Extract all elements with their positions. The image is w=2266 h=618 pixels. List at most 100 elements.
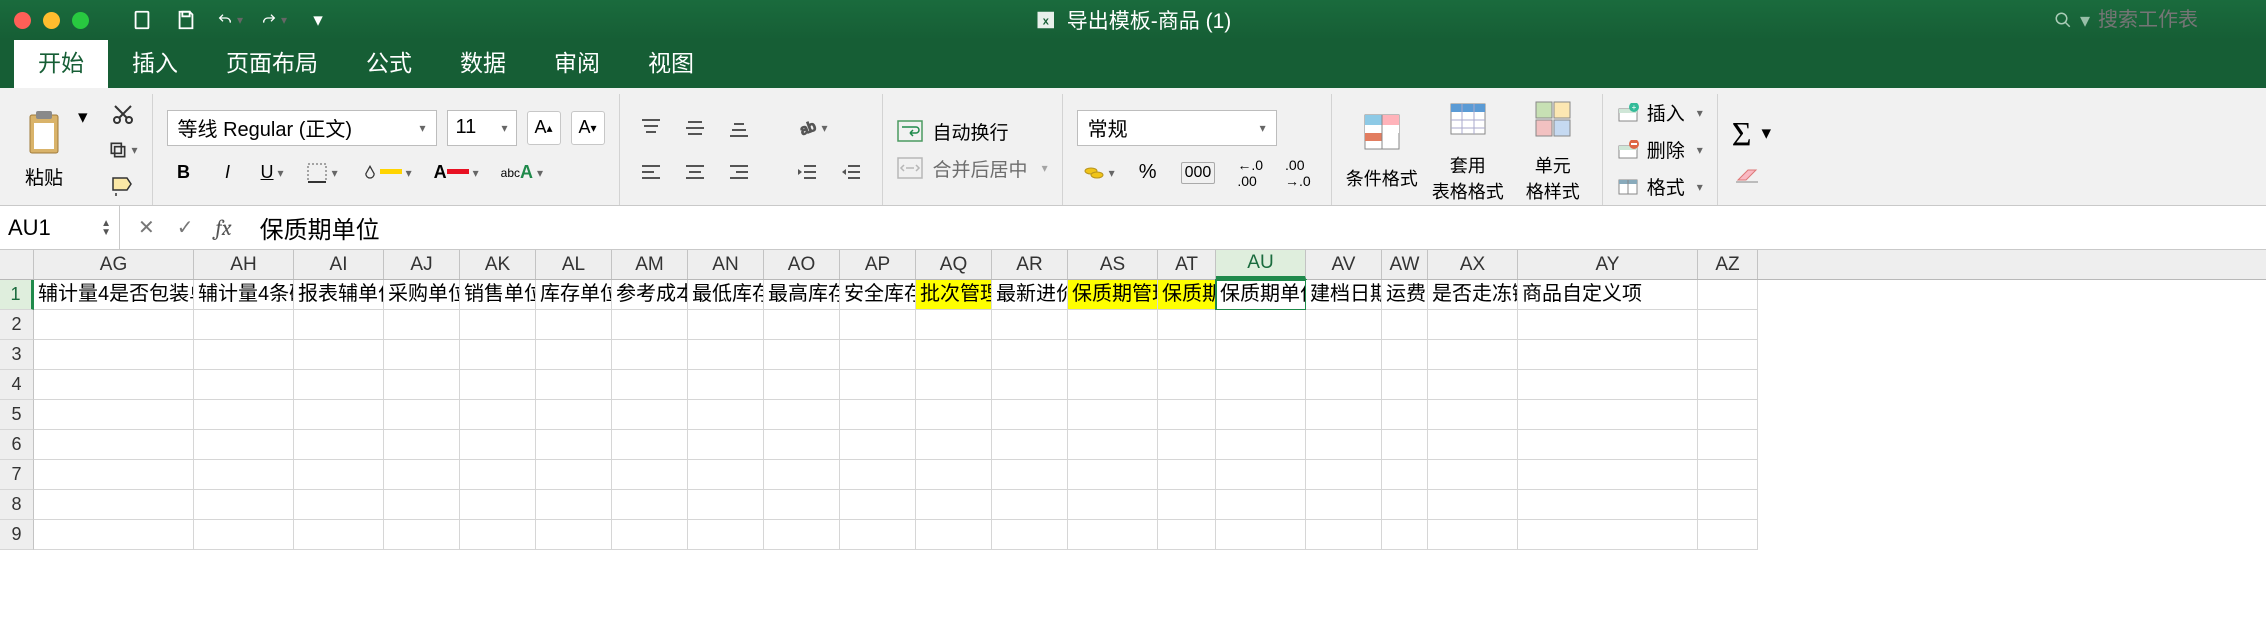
cell-AL8[interactable] [536,490,612,520]
column-header-AU[interactable]: AU [1216,250,1306,279]
cell-styles-button[interactable]: 单元 格样式 [1518,96,1588,204]
cell-AV8[interactable] [1306,490,1382,520]
cut-icon[interactable] [108,102,138,126]
cell-AH6[interactable] [194,430,294,460]
cell-AK6[interactable] [460,430,536,460]
row-header-6[interactable]: 6 [0,430,34,460]
comma-button[interactable]: 000 [1175,156,1222,190]
row-header-8[interactable]: 8 [0,490,34,520]
cell-AR1[interactable]: 最新进价 [992,280,1068,310]
cell-AL9[interactable] [536,520,612,550]
cancel-formula-icon[interactable]: ✕ [138,215,155,240]
delete-cells-button[interactable]: 删除▾ [1617,136,1703,163]
column-header-AX[interactable]: AX [1428,250,1518,279]
cell-AV9[interactable] [1306,520,1382,550]
cell-AV2[interactable] [1306,310,1382,340]
search-box[interactable]: ▾ [2054,8,2248,33]
cell-AX8[interactable] [1428,490,1518,520]
row-header-2[interactable]: 2 [0,310,34,340]
cell-AI6[interactable] [294,430,384,460]
cell-AZ8[interactable] [1698,490,1758,520]
border-button[interactable]: ▾ [300,156,344,190]
cell-AS9[interactable] [1068,520,1158,550]
cell-AI2[interactable] [294,310,384,340]
column-header-AR[interactable]: AR [992,250,1068,279]
cell-AI1[interactable]: 报表辅单位 [294,280,384,310]
cell-AW1[interactable]: 运费 [1382,280,1428,310]
cell-AH7[interactable] [194,460,294,490]
cell-AP6[interactable] [840,430,916,460]
search-input[interactable] [2098,9,2248,32]
cell-AS6[interactable] [1068,430,1158,460]
align-center-button[interactable] [678,155,712,189]
format-painter-icon[interactable] [108,174,138,198]
wrap-text-button[interactable]: 自动换行 [897,118,1048,145]
format-cells-button[interactable]: 格式▾ [1617,173,1703,200]
cell-AZ4[interactable] [1698,370,1758,400]
cell-AM1[interactable]: 参考成本 [612,280,688,310]
formula-input[interactable]: 保质期单位 [250,210,2266,245]
cell-AL1[interactable]: 库存单位 [536,280,612,310]
decrease-font-button[interactable]: A▾ [571,111,605,145]
font-color-button[interactable]: A▾ [428,156,485,190]
cell-AY7[interactable] [1518,460,1698,490]
cell-AN2[interactable] [688,310,764,340]
qat-customize-icon[interactable]: ▾ [305,7,331,33]
cell-AR9[interactable] [992,520,1068,550]
row-header-3[interactable]: 3 [0,340,34,370]
cell-AM4[interactable] [612,370,688,400]
cell-AO7[interactable] [764,460,840,490]
currency-button[interactable]: ▾ [1077,156,1121,190]
cell-AI5[interactable] [294,400,384,430]
column-header-AH[interactable]: AH [194,250,294,279]
paste-dropdown-icon[interactable]: ▾ [78,106,88,129]
cell-AV7[interactable] [1306,460,1382,490]
cell-AT9[interactable] [1158,520,1216,550]
cell-AY9[interactable] [1518,520,1698,550]
column-header-AO[interactable]: AO [764,250,840,279]
insert-cells-button[interactable]: +插入▾ [1617,99,1703,126]
cell-AH8[interactable] [194,490,294,520]
cell-AQ4[interactable] [916,370,992,400]
cell-AI9[interactable] [294,520,384,550]
cell-AQ8[interactable] [916,490,992,520]
cell-AI4[interactable] [294,370,384,400]
save-icon[interactable] [173,7,199,33]
new-file-icon[interactable] [129,7,155,33]
cell-AY3[interactable] [1518,340,1698,370]
cell-AW6[interactable] [1382,430,1428,460]
cell-AT1[interactable]: 保质期 [1158,280,1216,310]
cell-AJ2[interactable] [384,310,460,340]
cell-AO8[interactable] [764,490,840,520]
cell-AH5[interactable] [194,400,294,430]
cell-AJ5[interactable] [384,400,460,430]
cell-AV4[interactable] [1306,370,1382,400]
row-header-9[interactable]: 9 [0,520,34,550]
fullscreen-window-icon[interactable] [72,12,89,29]
paste-button[interactable]: 粘贴 [24,109,64,190]
cell-AJ8[interactable] [384,490,460,520]
cell-AM2[interactable] [612,310,688,340]
cell-AO5[interactable] [764,400,840,430]
cell-AL2[interactable] [536,310,612,340]
increase-indent-button[interactable] [834,155,868,189]
cell-AZ2[interactable] [1698,310,1758,340]
cell-AU7[interactable] [1216,460,1306,490]
column-header-AM[interactable]: AM [612,250,688,279]
cell-AQ3[interactable] [916,340,992,370]
cell-AH1[interactable]: 辅计量4条码 [194,280,294,310]
cell-AS2[interactable] [1068,310,1158,340]
cell-AQ5[interactable] [916,400,992,430]
name-box-spinner[interactable]: ▲▼ [101,219,111,237]
cell-AW8[interactable] [1382,490,1428,520]
column-header-AI[interactable]: AI [294,250,384,279]
cell-AJ6[interactable] [384,430,460,460]
cell-AY2[interactable] [1518,310,1698,340]
column-header-AJ[interactable]: AJ [384,250,460,279]
cell-AJ7[interactable] [384,460,460,490]
cell-AG1[interactable]: 辅计量4是否包装单位 [34,280,194,310]
orientation-button[interactable]: ab▾ [790,111,834,145]
cell-AO3[interactable] [764,340,840,370]
cell-AI8[interactable] [294,490,384,520]
cell-AI7[interactable] [294,460,384,490]
